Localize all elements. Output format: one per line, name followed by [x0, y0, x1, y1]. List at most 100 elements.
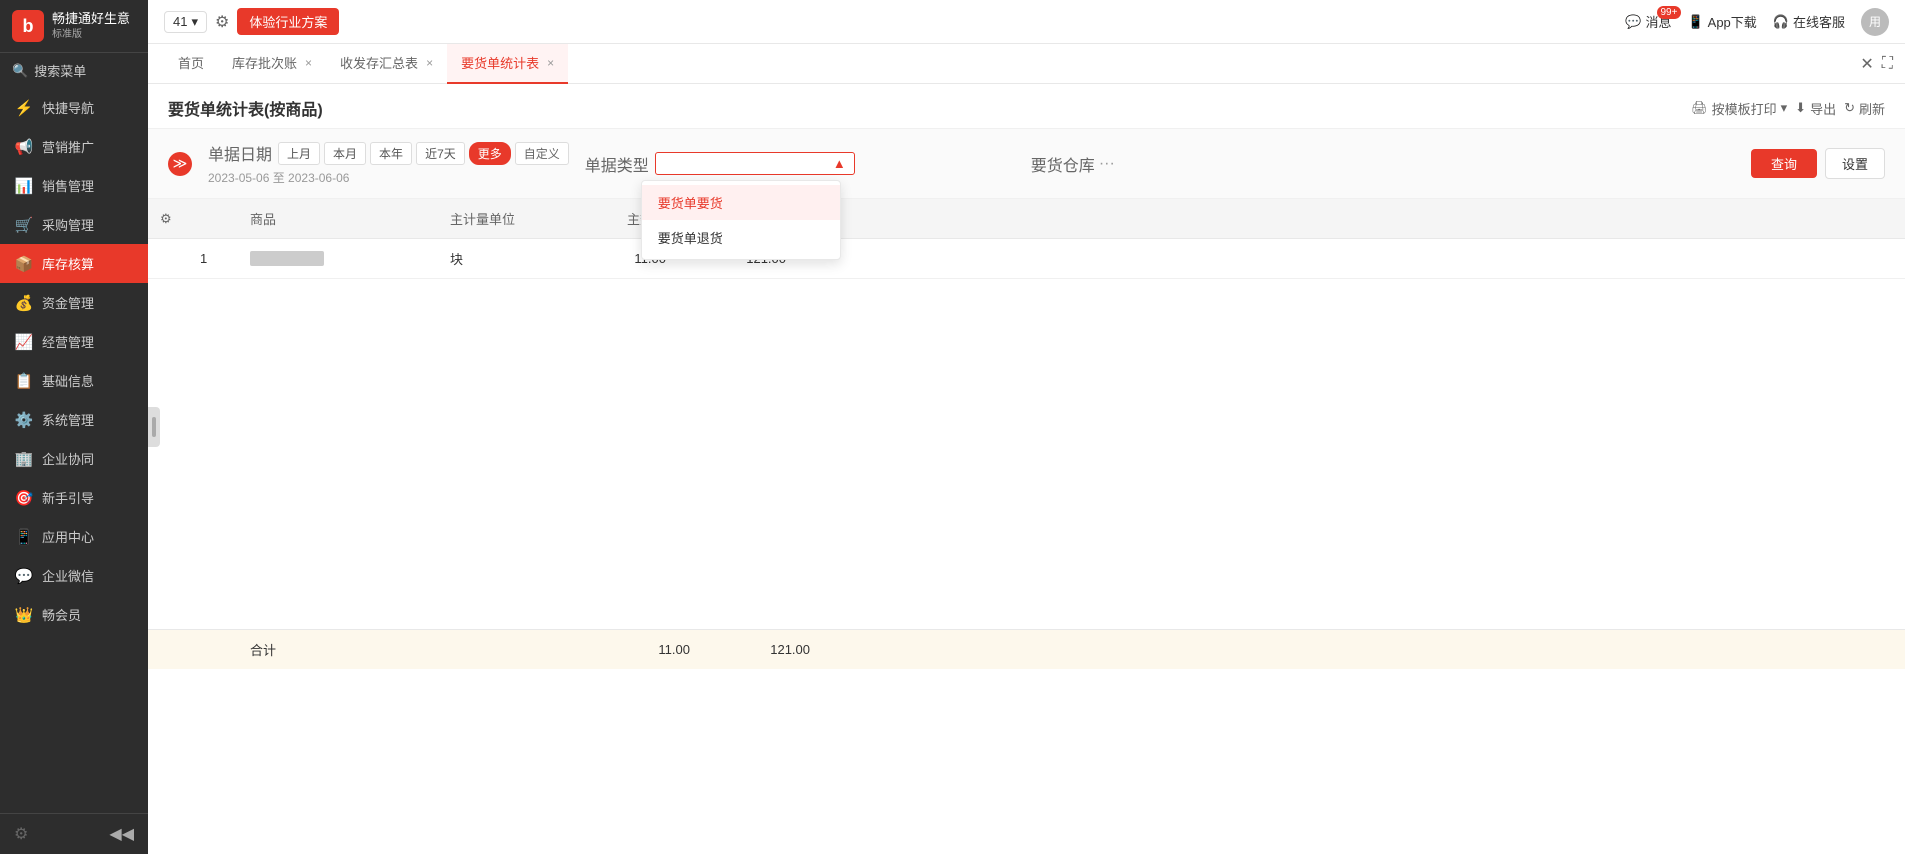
store-selector[interactable]: 41 ▾	[164, 11, 207, 33]
tab-receipt-summary[interactable]: 收发存汇总表 ×	[326, 44, 447, 84]
dropdown-item-return[interactable]: 要货单退货	[642, 220, 840, 255]
export-btn[interactable]: ⬇ 导出	[1795, 99, 1836, 118]
date-btn-this-year[interactable]: 本年	[370, 142, 412, 165]
print-dropdown-icon: ▾	[1781, 100, 1788, 116]
notifications-btn[interactable]: 💬 消息 99+	[1625, 12, 1671, 31]
sidebar-item-member[interactable]: 👑 畅会员	[0, 595, 148, 634]
sidebar-item-label: 销售管理	[42, 176, 94, 195]
sidebar-item-app-center[interactable]: 📱 应用中心	[0, 517, 148, 556]
export-icon: ⬇	[1795, 100, 1806, 116]
online-service-icon: 🎧	[1773, 14, 1789, 30]
header-left: 41 ▾ ⚙ 体验行业方案	[164, 8, 339, 35]
app-download-label: App下载	[1708, 12, 1757, 31]
tab-actions: ✕ ⛶	[1860, 54, 1905, 74]
refresh-btn[interactable]: ↻ 刷新	[1844, 99, 1885, 118]
sidebar-collapse-btn[interactable]: ◀◀	[109, 824, 134, 844]
date-btn-last-month[interactable]: 上月	[278, 142, 320, 165]
online-service-btn[interactable]: 🎧 在线客服	[1773, 12, 1845, 31]
app-download-icon: 📱	[1687, 14, 1703, 30]
col-product-header: 商品	[238, 199, 438, 239]
basic-info-icon: 📋	[14, 372, 34, 390]
sidebar-item-marketing[interactable]: 📢 营销推广	[0, 127, 148, 166]
purchase-icon: 🛒	[14, 216, 34, 234]
marketing-icon: 📢	[14, 138, 34, 156]
sidebar-item-purchase[interactable]: 🛒 采购管理	[0, 205, 148, 244]
row-seq-cell: 1	[188, 239, 238, 279]
refresh-icon: ↻	[1844, 100, 1855, 116]
sidebar-item-quick-nav[interactable]: ⚡ 快捷导航	[0, 88, 148, 127]
store-name: 41	[173, 14, 187, 29]
logo-subtitle: 标准版	[52, 28, 130, 41]
search-icon: 🔍	[12, 63, 28, 79]
sidebar-scroll-handle[interactable]	[148, 407, 160, 447]
page-content: 要货单统计表(按商品) 🖨 按模板打印 ▾ ⬇ 导出 ↻ 刷新	[148, 84, 1905, 854]
sidebar-item-operations[interactable]: 📈 经营管理	[0, 322, 148, 361]
sidebar-item-finance[interactable]: 💰 资金管理	[0, 283, 148, 322]
warehouse-more-btn[interactable]: ···	[1099, 155, 1115, 173]
sidebar-item-inventory[interactable]: 📦 库存核算	[0, 244, 148, 283]
user-avatar[interactable]: 用	[1861, 8, 1889, 36]
close-all-tabs-btn[interactable]: ✕	[1860, 54, 1873, 74]
operations-icon: 📈	[14, 333, 34, 351]
tab-inventory-batch-close[interactable]: ×	[305, 56, 312, 70]
sidebar-item-system[interactable]: ⚙️ 系统管理	[0, 400, 148, 439]
trial-button[interactable]: 体验行业方案	[237, 8, 339, 35]
date-btn-custom[interactable]: 自定义	[515, 142, 569, 165]
sidebar-item-label: 畅会员	[42, 605, 81, 624]
sidebar-bottom: ⚙ ◀◀	[0, 813, 148, 854]
print-btn[interactable]: 🖨 按模板打印 ▾	[1691, 99, 1787, 118]
expand-filter-btn[interactable]: ≫	[168, 152, 192, 176]
col-settings-header[interactable]: ⚙	[148, 199, 188, 239]
sidebar-settings-icon[interactable]: ⚙	[14, 824, 28, 844]
tab-order-summary[interactable]: 要货单统计表 ×	[447, 44, 568, 84]
data-table: ⚙ 商品 主计量单位 主数量 零售金额 1	[148, 199, 1905, 279]
sidebar-item-label: 新手引导	[42, 488, 94, 507]
sidebar-item-label: 基础信息	[42, 371, 94, 390]
type-input[interactable]: ▲	[655, 152, 855, 175]
row-unit-cell: 块	[438, 239, 558, 279]
tab-inventory-batch[interactable]: 库存批次账 ×	[218, 44, 326, 84]
main-area: 41 ▾ ⚙ 体验行业方案 💬 消息 99+ 📱 App下载 🎧 在线客服 用	[148, 0, 1905, 854]
col-unit-header: 主计量单位	[438, 199, 558, 239]
date-btn-7days[interactable]: 近7天	[416, 142, 465, 165]
header-settings-icon[interactable]: ⚙	[215, 12, 229, 32]
total-row: 合计 11.00 121.00	[148, 629, 1905, 669]
sidebar-item-sales[interactable]: 📊 销售管理	[0, 166, 148, 205]
member-icon: 👑	[14, 606, 34, 624]
export-label: 导出	[1810, 99, 1836, 118]
settings-button[interactable]: 设置	[1825, 148, 1885, 179]
app-download-btn[interactable]: 📱 App下载	[1687, 12, 1756, 31]
sidebar-item-wechat[interactable]: 💬 企业微信	[0, 556, 148, 595]
product-name-blurred: ████████	[250, 251, 324, 266]
date-btn-more[interactable]: 更多	[469, 142, 511, 165]
sidebar-item-basic-info[interactable]: 📋 基础信息	[0, 361, 148, 400]
sidebar-item-newbie[interactable]: 🎯 新手引导	[0, 478, 148, 517]
tab-receipt-summary-close[interactable]: ×	[426, 56, 433, 70]
sidebar-item-enterprise[interactable]: 🏢 企业协同	[0, 439, 148, 478]
tab-order-summary-close[interactable]: ×	[547, 56, 554, 70]
dropdown-item-order[interactable]: 要货单要货	[642, 185, 840, 220]
filter-warehouse-group: 要货仓库 ···	[1031, 152, 1115, 176]
date-btn-this-month[interactable]: 本月	[324, 142, 366, 165]
warehouse-label: 要货仓库	[1031, 152, 1095, 176]
tab-home[interactable]: 首页	[164, 44, 218, 84]
store-dropdown-icon: ▾	[191, 14, 198, 30]
sidebar-search[interactable]: 🔍 搜索菜单	[0, 53, 148, 88]
filter-date-group: 单据日期 上月 本月 本年 近7天 更多 自定义 2023-05-06 至 20…	[208, 141, 569, 186]
query-button[interactable]: 查询	[1751, 149, 1817, 178]
logo-title: 畅捷通好生意	[52, 11, 130, 28]
notification-badge: 99+	[1657, 6, 1682, 19]
print-label: 按模板打印	[1712, 99, 1777, 118]
wechat-icon: 💬	[14, 567, 34, 585]
type-dropdown-menu: 要货单要货 要货单退货	[641, 180, 841, 260]
table-header-row: ⚙ 商品 主计量单位 主数量 零售金额	[148, 199, 1905, 239]
print-icon: 🖨	[1691, 100, 1708, 116]
filter-bar: ≫ 单据日期 上月 本月 本年 近7天 更多 自定义	[148, 129, 1905, 199]
page-title: 要货单统计表(按商品)	[168, 96, 323, 120]
total-amount: 121.00	[690, 642, 810, 657]
expand-icon: ≫	[173, 155, 188, 172]
table-settings-icon[interactable]: ⚙	[160, 211, 172, 226]
empty-space	[148, 279, 1905, 629]
row-product-cell: ████████	[238, 239, 438, 279]
expand-tabs-btn[interactable]: ⛶	[1882, 55, 1893, 73]
